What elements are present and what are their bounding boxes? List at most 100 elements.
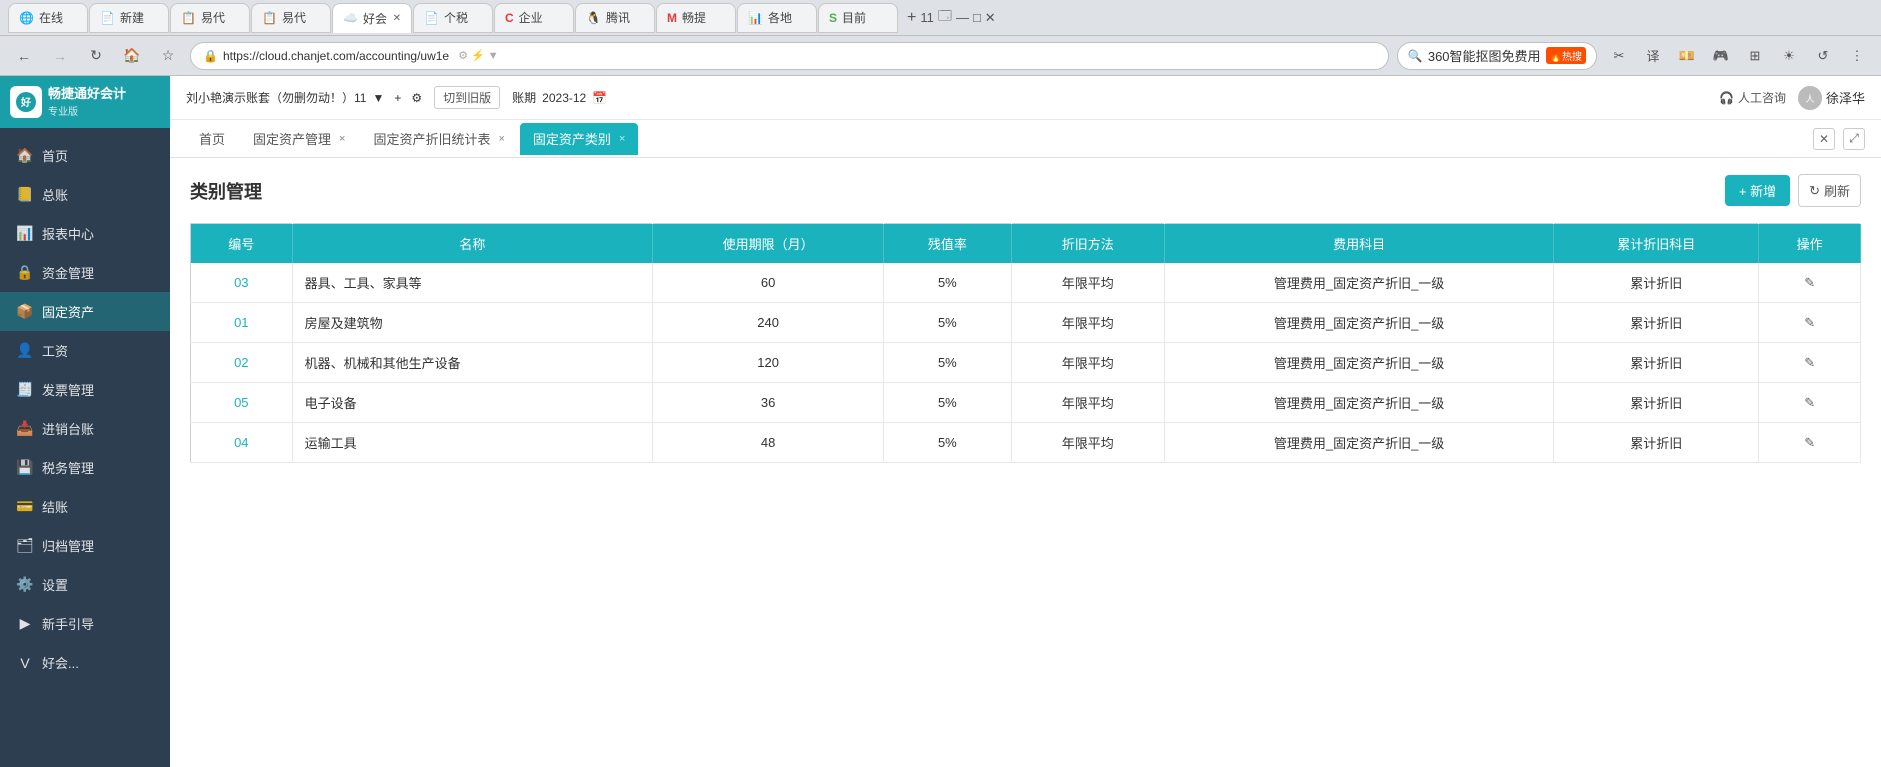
cell-name: 房屋及建筑物 (292, 303, 652, 343)
home-button[interactable]: 🏠 (118, 42, 146, 70)
edit-button[interactable]: ✎ (1804, 395, 1815, 410)
browser-tab-yidai1[interactable]: 📋 易代 (170, 3, 250, 33)
wallet-icon[interactable]: 💴 (1673, 42, 1701, 70)
sidebar-label-tax: 税务管理 (42, 458, 94, 477)
browser-tab-tengxun[interactable]: 🐧 腾讯 (575, 3, 655, 33)
tab-fixed-management-close[interactable]: × (339, 133, 345, 145)
refresh-button[interactable]: ↻ 刷新 (1798, 174, 1861, 207)
game-icon[interactable]: 🎮 (1707, 42, 1735, 70)
page-actions: + 新增 ↻ 刷新 (1725, 174, 1861, 207)
undo-icon[interactable]: ↺ (1809, 42, 1837, 70)
sidebar-item-more[interactable]: V 好会... (0, 643, 170, 682)
browser-tab-bar: 🌐 在线 📄 新建 📋 易代 📋 易代 ☁️ 好会 ✕ 📄 个税 C 企业 (0, 0, 1881, 36)
close-window-button[interactable]: ✕ (985, 10, 996, 26)
zaixin-label: 在线 (39, 9, 63, 26)
sidebar-header: 好 畅捷通好会计 专业版 (0, 76, 170, 128)
calendar-icon[interactable]: 📅 (592, 91, 607, 105)
col-code: 编号 (191, 224, 293, 264)
sidebar-item-report[interactable]: 📊 报表中心 (0, 214, 170, 253)
svg-text:好: 好 (20, 96, 31, 109)
grid-icon[interactable]: ⊞ (1741, 42, 1769, 70)
address-more-icon: ⚙ ⚡ ▼ (458, 49, 499, 62)
edit-button[interactable]: ✎ (1804, 315, 1815, 330)
browser-tab-zaixin[interactable]: 🌐 在线 (8, 3, 88, 33)
more-icon[interactable]: ⋮ (1843, 42, 1871, 70)
reload-button[interactable]: ↻ (82, 42, 110, 70)
tab-home[interactable]: 首页 (186, 123, 238, 155)
tab-category[interactable]: 固定资产类别 × (520, 123, 638, 155)
cell-code: 02 (191, 343, 293, 383)
browser-tab-muqian[interactable]: S 目前 (818, 3, 898, 33)
dropdown-icon[interactable]: ▼ (372, 91, 384, 105)
tab-depreciation-stats-close[interactable]: × (498, 133, 504, 145)
changti-icon: M (667, 11, 677, 25)
cell-accumulate: 累计折旧 (1554, 343, 1759, 383)
sidebar-item-ledger[interactable]: 📒 总账 (0, 175, 170, 214)
bookmark-button[interactable]: ☆ (154, 42, 182, 70)
new-doc-icon: 📄 (100, 11, 115, 25)
sidebar-label-settings: 设置 (42, 575, 68, 594)
add-button[interactable]: + 新增 (1725, 175, 1790, 206)
browser-tab-haohui[interactable]: ☁️ 好会 ✕ (332, 3, 412, 33)
edit-button[interactable]: ✎ (1804, 355, 1815, 370)
table-row: 01 房屋及建筑物 240 5% 年限平均 管理费用_固定资产折旧_一级 累计折… (191, 303, 1861, 343)
sidebar-item-salary[interactable]: 👤 工资 (0, 331, 170, 370)
brightness-icon[interactable]: ☀ (1775, 42, 1803, 70)
switch-version-button[interactable]: 切到旧版 (434, 86, 500, 109)
sidebar-label-invoice: 发票管理 (42, 380, 94, 399)
tab-category-close[interactable]: × (619, 133, 625, 145)
hot-tag: 🔥热搜 (1546, 47, 1586, 64)
account-settings-icon[interactable]: ⚙ (411, 91, 422, 105)
cell-months: 60 (653, 263, 884, 303)
sidebar-item-archive[interactable]: 🗂 归档管理 (0, 526, 170, 565)
sidebar-item-fund[interactable]: 🔒 资金管理 (0, 253, 170, 292)
address-input[interactable]: 🔒 https://cloud.chanjet.com/accounting/u… (190, 42, 1389, 70)
report-icon: 📊 (16, 225, 34, 243)
restore-button[interactable]: 🗔 (938, 7, 952, 29)
browser-tab-new[interactable]: 📄 新建 (89, 3, 169, 33)
new-tab-button[interactable]: + (907, 9, 916, 27)
browser-tab-qiye[interactable]: C 企业 (494, 3, 574, 33)
yidai2-label: 易代 (282, 9, 306, 26)
muqian-icon: S (829, 11, 837, 25)
more-nav-icon: V (16, 654, 34, 672)
sidebar-item-guide[interactable]: ▶ 新手引导 (0, 604, 170, 643)
invoice-icon: 🧾 (16, 381, 34, 399)
sidebar-item-home[interactable]: 🏠 首页 (0, 136, 170, 175)
haohui-close-icon[interactable]: ✕ (393, 13, 401, 24)
sidebar-item-inventory[interactable]: 📥 进销台账 (0, 409, 170, 448)
cell-expense: 管理费用_固定资产折旧_一级 (1164, 303, 1553, 343)
tab-close-window-button[interactable]: ✕ (1813, 128, 1835, 150)
maximize-button[interactable]: □ (973, 10, 981, 25)
browser-tab-gedi[interactable]: 📊 各地 (737, 3, 817, 33)
service-button[interactable]: 🎧 人工咨询 (1719, 89, 1786, 106)
scissors-icon[interactable]: ✂ (1605, 42, 1633, 70)
tab-fixed-management[interactable]: 固定资产管理 × (240, 123, 358, 155)
edit-button[interactable]: ✎ (1804, 435, 1815, 450)
sidebar-item-invoice[interactable]: 🧾 发票管理 (0, 370, 170, 409)
browser-tab-geshui[interactable]: 📄 个税 (413, 3, 493, 33)
edit-button[interactable]: ✎ (1804, 275, 1815, 290)
tab-depreciation-stats[interactable]: 固定资产折旧统计表 × (360, 123, 517, 155)
muqian-label: 目前 (842, 9, 866, 26)
back-button[interactable]: ← (10, 42, 38, 70)
cell-expense: 管理费用_固定资产折旧_一级 (1164, 343, 1553, 383)
address-bar: ← → ↻ 🏠 ☆ 🔒 https://cloud.chanjet.com/ac… (0, 36, 1881, 76)
sidebar-item-settle[interactable]: 💳 结账 (0, 487, 170, 526)
sidebar-item-tax[interactable]: 💾 税务管理 (0, 448, 170, 487)
browser-tab-yidai2[interactable]: 📋 易代 (251, 3, 331, 33)
forward-button[interactable]: → (46, 42, 74, 70)
tab-home-label: 首页 (199, 129, 225, 148)
fund-icon: 🔒 (16, 264, 34, 282)
search-bar[interactable]: 🔍 360智能抠图免费用 🔥热搜 (1397, 42, 1597, 70)
sidebar-item-settings[interactable]: ⚙️ 设置 (0, 565, 170, 604)
translate-icon[interactable]: 译 (1639, 42, 1667, 70)
minimize-button[interactable]: — (956, 10, 969, 25)
tab-expand-button[interactable]: ⤢ (1843, 128, 1865, 150)
add-account-icon[interactable]: + (394, 91, 401, 105)
sidebar-item-fixed[interactable]: 📦 固定资产 (0, 292, 170, 331)
cell-name: 运输工具 (292, 423, 652, 463)
browser-tab-changti[interactable]: M 畅提 (656, 3, 736, 33)
user-profile[interactable]: 人 徐泽华 (1798, 86, 1865, 110)
geshui-icon: 📄 (424, 11, 439, 25)
